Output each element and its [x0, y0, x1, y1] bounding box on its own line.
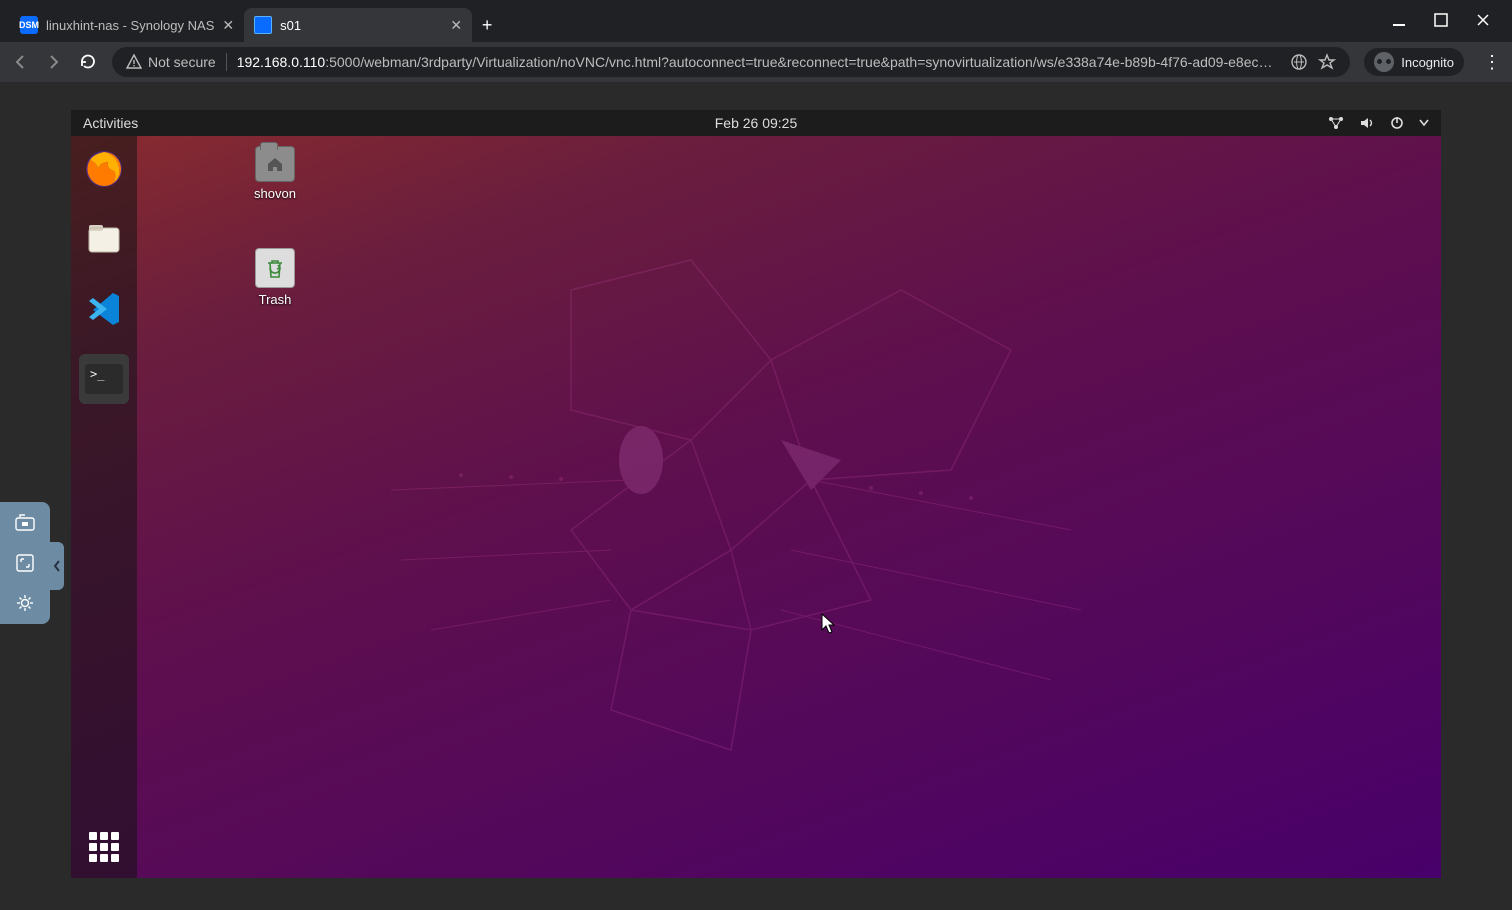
firefox-icon: [82, 147, 126, 191]
files-icon: [83, 218, 125, 260]
close-icon[interactable]: ✕: [450, 17, 462, 34]
browser-tab-bar: DSM linuxhint-nas - Synology NAS ✕ s01 ✕…: [0, 0, 1512, 42]
forward-button[interactable]: [44, 52, 64, 72]
reload-button[interactable]: [78, 52, 98, 72]
power-icon: [1389, 115, 1405, 131]
window-minimize-button[interactable]: [1392, 13, 1406, 27]
dock-item-files[interactable]: [79, 214, 129, 264]
svg-text:>_: >_: [90, 367, 105, 381]
clock[interactable]: Feb 26 09:25: [715, 115, 798, 131]
new-tab-button[interactable]: +: [472, 8, 502, 42]
remote-desktop-screen[interactable]: Activities Feb 26 09:25: [71, 110, 1441, 878]
browser-tab[interactable]: s01 ✕: [244, 8, 472, 42]
incognito-badge[interactable]: Incognito: [1364, 48, 1464, 76]
trash-icon: [255, 248, 295, 288]
folder-icon: [255, 146, 295, 182]
vscode-icon: [83, 288, 125, 330]
desktop-icon-label: Trash: [259, 292, 292, 307]
page-viewport: Activities Feb 26 09:25: [0, 82, 1512, 910]
dock-item-vscode[interactable]: [79, 284, 129, 334]
dock-item-terminal[interactable]: >_: [79, 354, 129, 404]
gnome-dock: >_: [71, 136, 137, 878]
security-label: Not secure: [148, 54, 216, 70]
translate-icon[interactable]: [1290, 53, 1308, 71]
browser-tab[interactable]: DSM linuxhint-nas - Synology NAS ✕: [10, 8, 244, 42]
vm-favicon-icon: [254, 16, 272, 34]
url-text: 192.168.0.110:5000/webman/3rdparty/Virtu…: [237, 54, 1281, 70]
terminal-icon: >_: [85, 364, 123, 394]
close-icon[interactable]: ✕: [222, 17, 234, 34]
volume-icon: [1359, 115, 1375, 131]
novnc-keyboard-button[interactable]: [12, 510, 38, 536]
caret-down-icon: [1419, 119, 1429, 127]
site-security-indicator[interactable]: Not secure: [126, 54, 216, 70]
dock-item-firefox[interactable]: [79, 144, 129, 194]
novnc-handle[interactable]: [50, 542, 64, 590]
desktop-icon-trash[interactable]: Trash: [241, 248, 309, 307]
system-status-area[interactable]: [1327, 115, 1429, 131]
novnc-toolbar: [0, 502, 50, 624]
back-button[interactable]: [10, 52, 30, 72]
window-close-button[interactable]: [1476, 13, 1490, 27]
novnc-fullscreen-button[interactable]: [12, 550, 38, 576]
incognito-icon: [1374, 52, 1394, 72]
tab-title: s01: [280, 18, 442, 33]
window-maximize-button[interactable]: [1434, 13, 1448, 27]
mouse-cursor-icon: [821, 613, 837, 635]
warning-icon: [126, 54, 142, 70]
divider: [226, 53, 227, 71]
show-applications-button[interactable]: [89, 832, 119, 862]
activities-button[interactable]: Activities: [83, 115, 138, 131]
incognito-label: Incognito: [1401, 55, 1454, 70]
desktop-icon-label: shovon: [254, 186, 296, 201]
browser-menu-button[interactable]: ⋮: [1482, 52, 1502, 72]
gnome-top-bar: Activities Feb 26 09:25: [71, 110, 1441, 136]
tab-title: linuxhint-nas - Synology NAS: [46, 18, 214, 33]
browser-toolbar: Not secure 192.168.0.110:5000/webman/3rd…: [0, 42, 1512, 82]
bookmark-star-icon[interactable]: [1318, 53, 1336, 71]
desktop-icon-home[interactable]: shovon: [241, 146, 309, 201]
network-icon: [1327, 115, 1345, 131]
novnc-settings-button[interactable]: [12, 590, 38, 616]
address-bar[interactable]: Not secure 192.168.0.110:5000/webman/3rd…: [112, 47, 1350, 77]
dsm-favicon-icon: DSM: [20, 16, 38, 34]
wallpaper-art: [311, 230, 1131, 790]
